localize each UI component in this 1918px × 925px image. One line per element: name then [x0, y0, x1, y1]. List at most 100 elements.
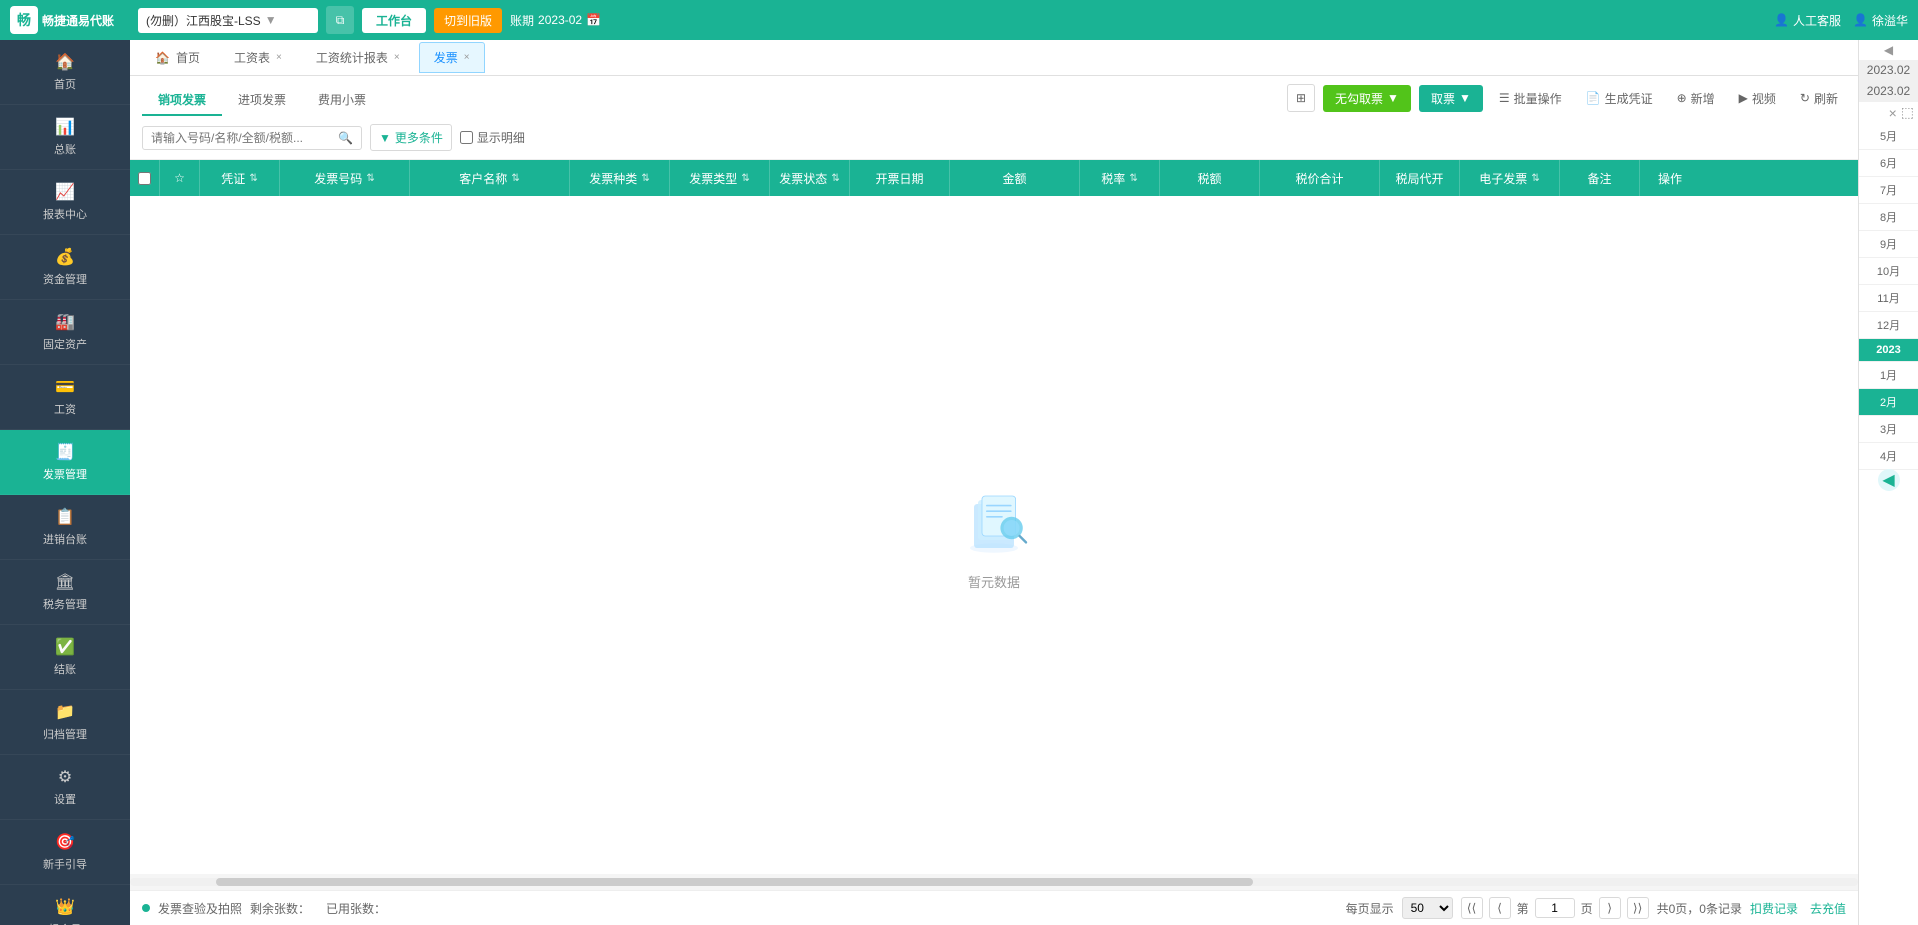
user-menu[interactable]: 👤 徐溢华 [1853, 12, 1908, 29]
date-month-3[interactable]: 3月 [1859, 416, 1918, 443]
period-label: 账期 [510, 12, 534, 29]
sub-tab-expense[interactable]: 费用小票 [302, 85, 382, 116]
tab-payroll[interactable]: 工资表 × [219, 42, 297, 73]
prev-page-button[interactable]: ⟨ [1489, 897, 1511, 919]
th-rate[interactable]: 税率 ⇅ [1080, 160, 1160, 196]
tab-home-label: 首页 [176, 49, 200, 66]
sidebar-item-archive[interactable]: 📁 归档管理 [0, 690, 130, 755]
date-month-6[interactable]: 6月 [1859, 150, 1918, 177]
search-icon[interactable]: 🔍 [338, 131, 353, 145]
horizontal-scrollbar[interactable] [130, 878, 1858, 886]
video-button[interactable]: ▶ 视频 [1731, 85, 1784, 112]
sidebar-item-settings[interactable]: ⚙ 设置 [0, 755, 130, 820]
date-month-5[interactable]: 5月 [1859, 123, 1918, 150]
company-name: (勿删）江西股宝-LSS [146, 12, 261, 29]
invoice-page: 销项发票 进项发票 费用小票 ⊞ 无勾取票 ▼ 取票 ▼ [130, 76, 1858, 925]
tab-payroll-close[interactable]: × [276, 52, 282, 63]
recharge-link[interactable]: 去充值 [1810, 900, 1846, 917]
workbench-button[interactable]: 工作台 [362, 8, 426, 33]
deduct-record-link[interactable]: 扣费记录 [1750, 900, 1798, 917]
tab-invoice[interactable]: 发票 × [419, 42, 485, 73]
th-invoice-no-sort: ⇅ [366, 173, 374, 184]
copy-button[interactable]: ⧉ [326, 6, 354, 34]
sidebar-item-sales[interactable]: 📋 进销台账 [0, 495, 130, 560]
sidebar-label-reports: 报表中心 [43, 206, 87, 222]
date-month-7[interactable]: 7月 [1859, 177, 1918, 204]
date-month-2[interactable]: 2月 [1859, 389, 1918, 416]
date-year-2023[interactable]: 2023 [1859, 339, 1918, 362]
sub-tab-sales[interactable]: 销项发票 [142, 85, 222, 116]
sidebar-item-member[interactable]: 👑 畅会员 [0, 885, 130, 925]
gen-cert-button[interactable]: 📄 生成凭证 [1578, 85, 1661, 112]
th-electronic[interactable]: 电子发票 ⇅ [1460, 160, 1560, 196]
select-all-checkbox[interactable] [138, 172, 151, 185]
date-month-8[interactable]: 8月 [1859, 204, 1918, 231]
service-button[interactable]: 👤 人工客服 [1774, 12, 1841, 29]
search-input[interactable] [151, 131, 334, 145]
date-month-1[interactable]: 1月 [1859, 362, 1918, 389]
company-dropdown-arrow: ▼ [265, 13, 277, 27]
date-month-12[interactable]: 12月 [1859, 312, 1918, 339]
date-month-9[interactable]: 9月 [1859, 231, 1918, 258]
refresh-button[interactable]: ↻ 刷新 [1792, 85, 1846, 112]
tab-invoice-close[interactable]: × [464, 52, 470, 63]
empty-icon [954, 480, 1034, 560]
page-input[interactable] [1535, 898, 1575, 918]
sidebar-item-close[interactable]: ✅ 结账 [0, 625, 130, 690]
logo-text: 畅捷通易代账 [42, 12, 114, 29]
empty-state: 暂元数据 [130, 196, 1858, 874]
sidebar-item-tax[interactable]: 🏛 税务管理 [0, 560, 130, 625]
th-type2[interactable]: 发票类型 ⇅ [670, 160, 770, 196]
horizontal-scrollbar-thumb[interactable] [216, 878, 1253, 886]
page-controls: ⟨⟨ ⟨ 第 页 ⟩ ⟩⟩ [1461, 897, 1649, 919]
filter-button[interactable]: ▼ 更多条件 [370, 124, 452, 151]
date-month-10[interactable]: 10月 [1859, 258, 1918, 285]
th-invoice-no[interactable]: 发票号码 ⇅ [280, 160, 410, 196]
sidebar-item-ledger[interactable]: 📊 总账 [0, 105, 130, 170]
sidebar-item-payroll[interactable]: 💳 工资 [0, 365, 130, 430]
panel-collapse-arrow[interactable]: ◀ [1859, 40, 1918, 60]
sidebar-item-reports[interactable]: 📈 报表中心 [0, 170, 130, 235]
first-page-button[interactable]: ⟨⟨ [1461, 897, 1483, 919]
tab-payroll-report[interactable]: 工资统计报表 × [301, 42, 415, 73]
tab-home[interactable]: 🏠 首页 [140, 42, 215, 73]
sidebar-item-invoice[interactable]: 🧾 发票管理 [0, 430, 130, 495]
grid-view-button[interactable]: ⊞ [1287, 84, 1315, 112]
add-label: 新增 [1691, 90, 1715, 107]
th-customer[interactable]: 客户名称 ⇅ [410, 160, 570, 196]
detail-checkbox-input[interactable] [460, 131, 473, 144]
no-deduct-button[interactable]: 无勾取票 ▼ [1323, 85, 1411, 112]
panel-bottom-arrow[interactable]: ◀ [1859, 470, 1918, 490]
period-value: 2023-02 [538, 13, 582, 27]
tab-payroll-report-close[interactable]: × [394, 52, 400, 63]
batch-ops-button[interactable]: ☰ 批量操作 [1491, 85, 1570, 112]
switch-version-button[interactable]: 切到旧版 [434, 8, 502, 33]
show-detail-checkbox[interactable]: 显示明细 [460, 129, 525, 146]
gen-cert-label: 生成凭证 [1605, 90, 1653, 107]
next-page-button[interactable]: ⟩ [1599, 897, 1621, 919]
last-page-button[interactable]: ⟩⟩ [1627, 897, 1649, 919]
company-selector[interactable]: (勿删）江西股宝-LSS ▼ [138, 8, 318, 33]
th-cert-sort: ⇅ [249, 173, 257, 184]
sub-tab-purchase[interactable]: 进项发票 [222, 85, 302, 116]
th-type1[interactable]: 发票种类 ⇅ [570, 160, 670, 196]
deduct-button[interactable]: 取票 ▼ [1419, 85, 1483, 112]
sidebar-item-assets[interactable]: 🏭 固定资产 [0, 300, 130, 365]
panel-close-button[interactable]: × [1889, 105, 1897, 121]
search-box[interactable]: 🔍 [142, 126, 362, 150]
date-panel: ◀ 2023.02 2023.02 × ⬚ 5月 6月 7月 8月 9月 10月… [1858, 40, 1918, 925]
th-checkbox[interactable] [130, 160, 160, 196]
add-button[interactable]: ⊕ 新增 [1669, 85, 1723, 112]
th-status[interactable]: 发票状态 ⇅ [770, 160, 850, 196]
panel-maximize-button[interactable]: ⬚ [1901, 104, 1914, 121]
sidebar-item-funds[interactable]: 💰 资金管理 [0, 235, 130, 300]
date-month-11[interactable]: 11月 [1859, 285, 1918, 312]
per-page-select[interactable]: 50 100 200 [1402, 897, 1453, 919]
sales-icon: 📋 [55, 507, 75, 527]
sidebar-label-member: 畅会员 [49, 921, 82, 925]
th-cert[interactable]: 凭证 ⇅ [200, 160, 280, 196]
sidebar-item-home[interactable]: 🏠 首页 [0, 40, 130, 105]
th-invoice-no-label: 发票号码 [314, 170, 362, 187]
sidebar-item-guide[interactable]: 🎯 新手引导 [0, 820, 130, 885]
date-month-4[interactable]: 4月 [1859, 443, 1918, 470]
